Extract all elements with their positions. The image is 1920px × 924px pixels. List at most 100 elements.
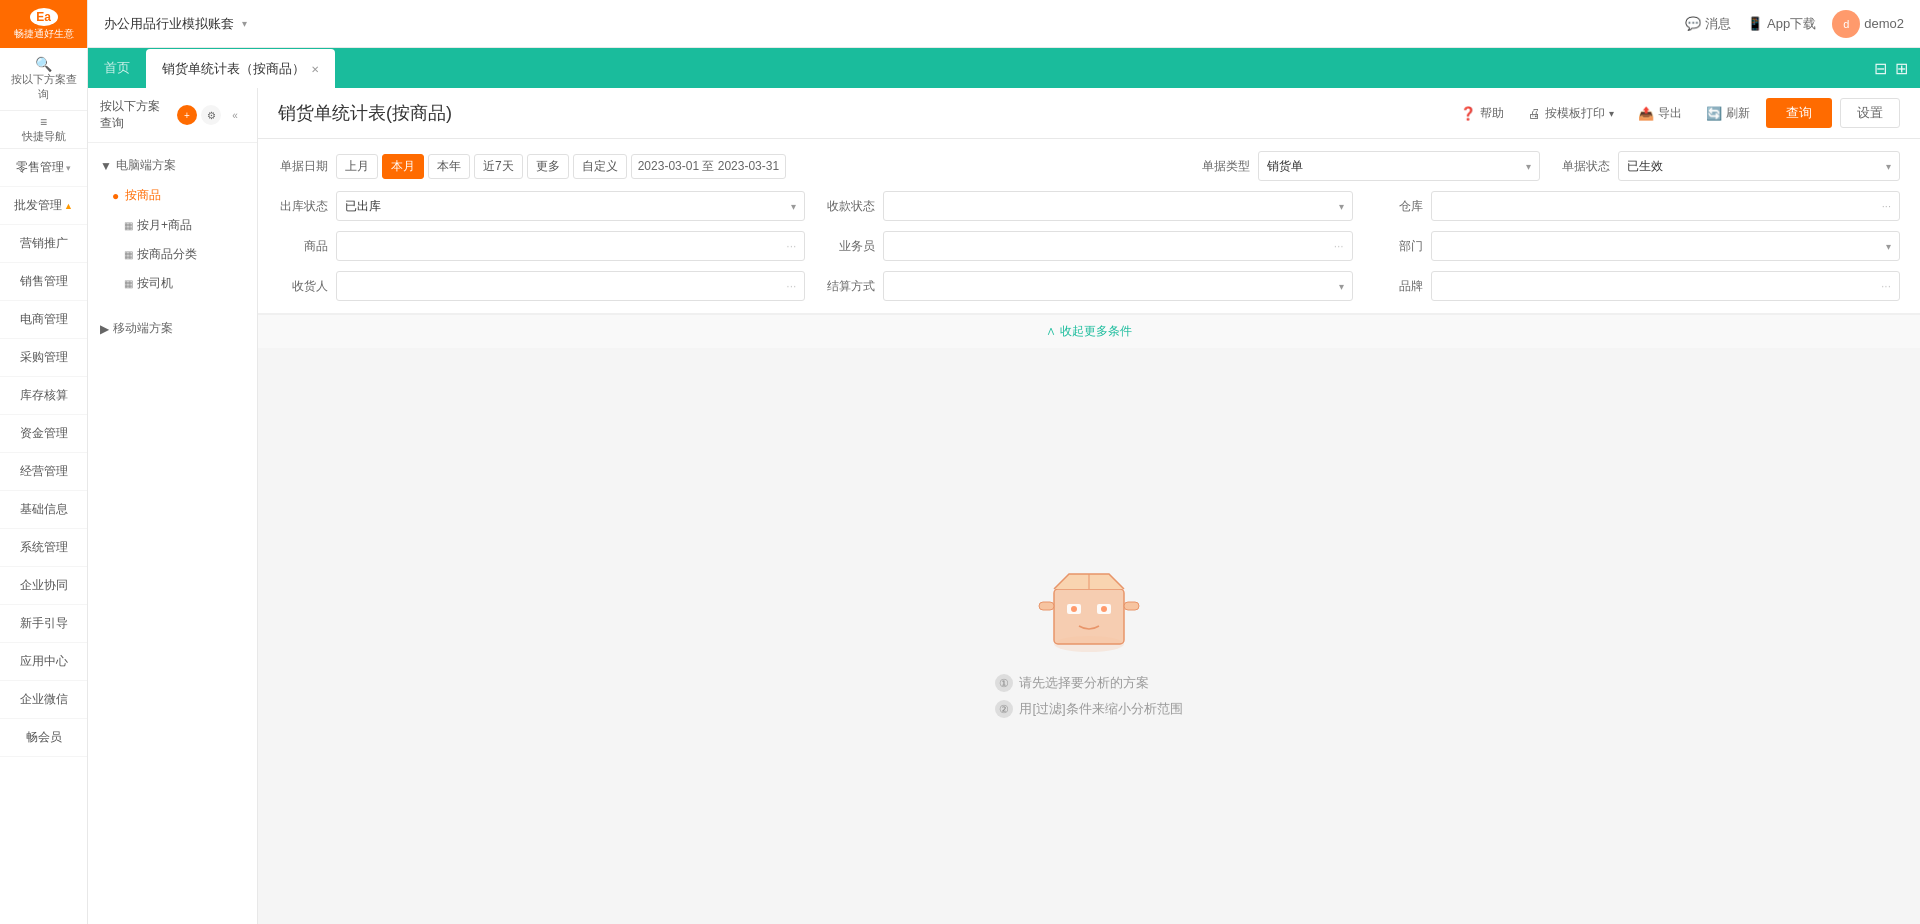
date-btn-7days[interactable]: 近7天 [474, 154, 523, 179]
filter-row-1: 单据日期 上月 本月 本年 近7天 更多 自定义 2023-03-01 至 20… [278, 151, 1900, 181]
consignee-select[interactable]: ··· [336, 271, 805, 301]
goods-label: 商品 [278, 238, 328, 255]
filter-sidebar-header: 按以下方案查询 + ⚙ « [88, 88, 257, 143]
desktop-schemes-section: ▼ 电脑端方案 ● 按商品 ▦ 按月+商品 ▦ 按商品分类 ▦ 按司机 [88, 143, 257, 306]
date-btn-this-year[interactable]: 本年 [428, 154, 470, 179]
page-header: 销货单统计表(按商品) ❓ 帮助 🖨 按模板打印 ▾ 📤 [258, 88, 1920, 139]
mobile-schemes-section: ▶ 移动端方案 [88, 306, 257, 351]
scheme-sub-icon2: ▦ [124, 249, 133, 260]
sidebar-item-cooperation[interactable]: 企业协同 [0, 567, 87, 605]
scheme-item-by-goods[interactable]: ● 按商品 [88, 180, 257, 211]
date-btn-this-month[interactable]: 本月 [382, 154, 424, 179]
sidebar-item-wholesale[interactable]: 批发管理 ▲ [0, 187, 87, 225]
sidebar-search[interactable]: 🔍 按以下方案查询 [0, 48, 87, 111]
salesman-select[interactable]: ··· [883, 231, 1352, 261]
goods-select[interactable]: ··· [336, 231, 805, 261]
sidebar-item-apps[interactable]: 应用中心 [0, 643, 87, 681]
print-button[interactable]: 🖨 按模板打印 ▾ [1520, 101, 1622, 126]
sidebar-item-inventory[interactable]: 库存核算 [0, 377, 87, 415]
date-btn-last-month[interactable]: 上月 [336, 154, 378, 179]
sidebar-item-purchase[interactable]: 采购管理 [0, 339, 87, 377]
empty-tip-2: ② 用[过滤]条件来缩小分析范围 [995, 700, 1182, 718]
scheme-item-by-driver[interactable]: ▦ 按司机 [88, 269, 257, 298]
date-label: 单据日期 [278, 158, 328, 175]
header-left: 办公用品行业模拟账套 ▾ [104, 15, 247, 33]
export-button[interactable]: 📤 导出 [1630, 101, 1690, 126]
sidebar-item-basic[interactable]: 基础信息 [0, 491, 87, 529]
filter-row-4: 收货人 ··· 结算方式 ▾ 品牌 [278, 271, 1900, 301]
collapse-sidebar-button[interactable]: « [225, 105, 245, 125]
tab-minimize-button[interactable]: ⊟ [1874, 59, 1887, 78]
goods-dots: ··· [786, 239, 796, 253]
tab-expand-button[interactable]: ⊞ [1895, 59, 1908, 78]
payment-arrow: ▾ [1339, 281, 1344, 292]
filter-sidebar-actions: + ⚙ « [177, 105, 245, 125]
refresh-icon: 🔄 [1706, 106, 1722, 121]
doc-status-select[interactable]: 已生效 ▾ [1618, 151, 1900, 181]
sidebar-item-system[interactable]: 系统管理 [0, 529, 87, 567]
warehouse-select[interactable]: ··· [1431, 191, 1900, 221]
help-icon: ❓ [1460, 106, 1476, 121]
logo-icon: Ea [30, 8, 58, 26]
help-button[interactable]: ❓ 帮助 [1452, 101, 1512, 126]
header-right: 💬 消息 📱 App下载 d demo2 [1685, 10, 1904, 38]
salesman-label: 业务员 [825, 238, 875, 255]
industry-title: 办公用品行业模拟账套 [104, 15, 234, 33]
desktop-scheme-title[interactable]: ▼ 电脑端方案 [88, 151, 257, 180]
sidebar-item-marketing[interactable]: 营销推广 [0, 225, 87, 263]
sidebar: Ea 畅捷通好生意 🔍 按以下方案查询 ≡ 快捷导航 零售管理 ▾ 批发管理 ▲… [0, 0, 88, 924]
date-btn-more[interactable]: 更多 [527, 154, 569, 179]
sidebar-item-finance[interactable]: 资金管理 [0, 415, 87, 453]
scheme-item-by-month-goods[interactable]: ▦ 按月+商品 [88, 211, 257, 240]
industry-dropdown-arrow[interactable]: ▾ [242, 18, 247, 29]
scheme-item-by-category[interactable]: ▦ 按商品分类 [88, 240, 257, 269]
goods-filter-item: 商品 ··· [278, 231, 805, 261]
sidebar-item-wechat[interactable]: 企业微信 [0, 681, 87, 719]
settings-button[interactable]: 设置 [1840, 98, 1900, 128]
mobile-scheme-title[interactable]: ▶ 移动端方案 [88, 314, 257, 343]
date-btn-custom[interactable]: 自定义 [573, 154, 627, 179]
sidebar-item-sales[interactable]: 销售管理 [0, 263, 87, 301]
collapse-conditions-button[interactable]: ∧ 收起更多条件 [258, 314, 1920, 348]
sidebar-quick-nav[interactable]: ≡ 快捷导航 [0, 111, 87, 149]
doc-type-label: 单据类型 [1200, 158, 1250, 175]
sidebar-item-retail[interactable]: 零售管理 ▾ [0, 149, 87, 187]
doc-type-filter-item: 单据类型 销货单 ▾ [1200, 151, 1540, 181]
out-status-select[interactable]: 已出库 ▾ [336, 191, 805, 221]
tab-sales-stats[interactable]: 销货单统计表（按商品） ✕ [146, 49, 335, 89]
scheme-item-icon: ● [112, 189, 119, 203]
user-profile[interactable]: d demo2 [1832, 10, 1904, 38]
tab-close-icon[interactable]: ✕ [311, 64, 319, 75]
message-action[interactable]: 💬 消息 [1685, 15, 1731, 33]
message-icon: 💬 [1685, 16, 1701, 31]
filter-row-3: 商品 ··· 业务员 ··· 部门 [278, 231, 1900, 261]
scheme-sub-icon: ▦ [124, 220, 133, 231]
sidebar-item-operations[interactable]: 经营管理 [0, 453, 87, 491]
export-icon: 📤 [1638, 106, 1654, 121]
sidebar-item-ecommerce[interactable]: 电商管理 [0, 301, 87, 339]
edit-scheme-button[interactable]: ⚙ [201, 105, 221, 125]
scheme-sub-icon3: ▦ [124, 278, 133, 289]
query-button[interactable]: 查询 [1766, 98, 1832, 128]
add-scheme-button[interactable]: + [177, 105, 197, 125]
refresh-button[interactable]: 🔄 刷新 [1698, 101, 1758, 126]
scheme-expand-arrow: ▼ [100, 159, 112, 173]
empty-tip-1: ① 请先选择要分析的方案 [995, 674, 1182, 692]
payment-label: 结算方式 [825, 278, 875, 295]
app-download-action[interactable]: 📱 App下载 [1747, 15, 1816, 33]
doc-type-select[interactable]: 销货单 ▾ [1258, 151, 1540, 181]
date-range-input[interactable]: 2023-03-01 至 2023-03-31 [631, 154, 786, 179]
receipt-status-select[interactable]: ▾ [883, 191, 1352, 221]
content-wrapper: 按以下方案查询 + ⚙ « ▼ 电脑端方案 [88, 88, 1920, 924]
doc-status-filter-item: 单据状态 已生效 ▾ [1560, 151, 1900, 181]
sidebar-item-member[interactable]: 畅会员 [0, 719, 87, 757]
payment-select[interactable]: ▾ [883, 271, 1352, 301]
tab-home[interactable]: 首页 [88, 48, 146, 88]
svg-point-7 [1101, 606, 1107, 612]
brand-select[interactable]: ··· [1431, 271, 1900, 301]
print-icon: 🖨 [1528, 106, 1541, 121]
tip-num-2: ② [995, 700, 1013, 718]
sidebar-item-guide[interactable]: 新手引导 [0, 605, 87, 643]
warehouse-filter-item: 仓库 ··· [1373, 191, 1900, 221]
dept-select[interactable]: ▾ [1431, 231, 1900, 261]
